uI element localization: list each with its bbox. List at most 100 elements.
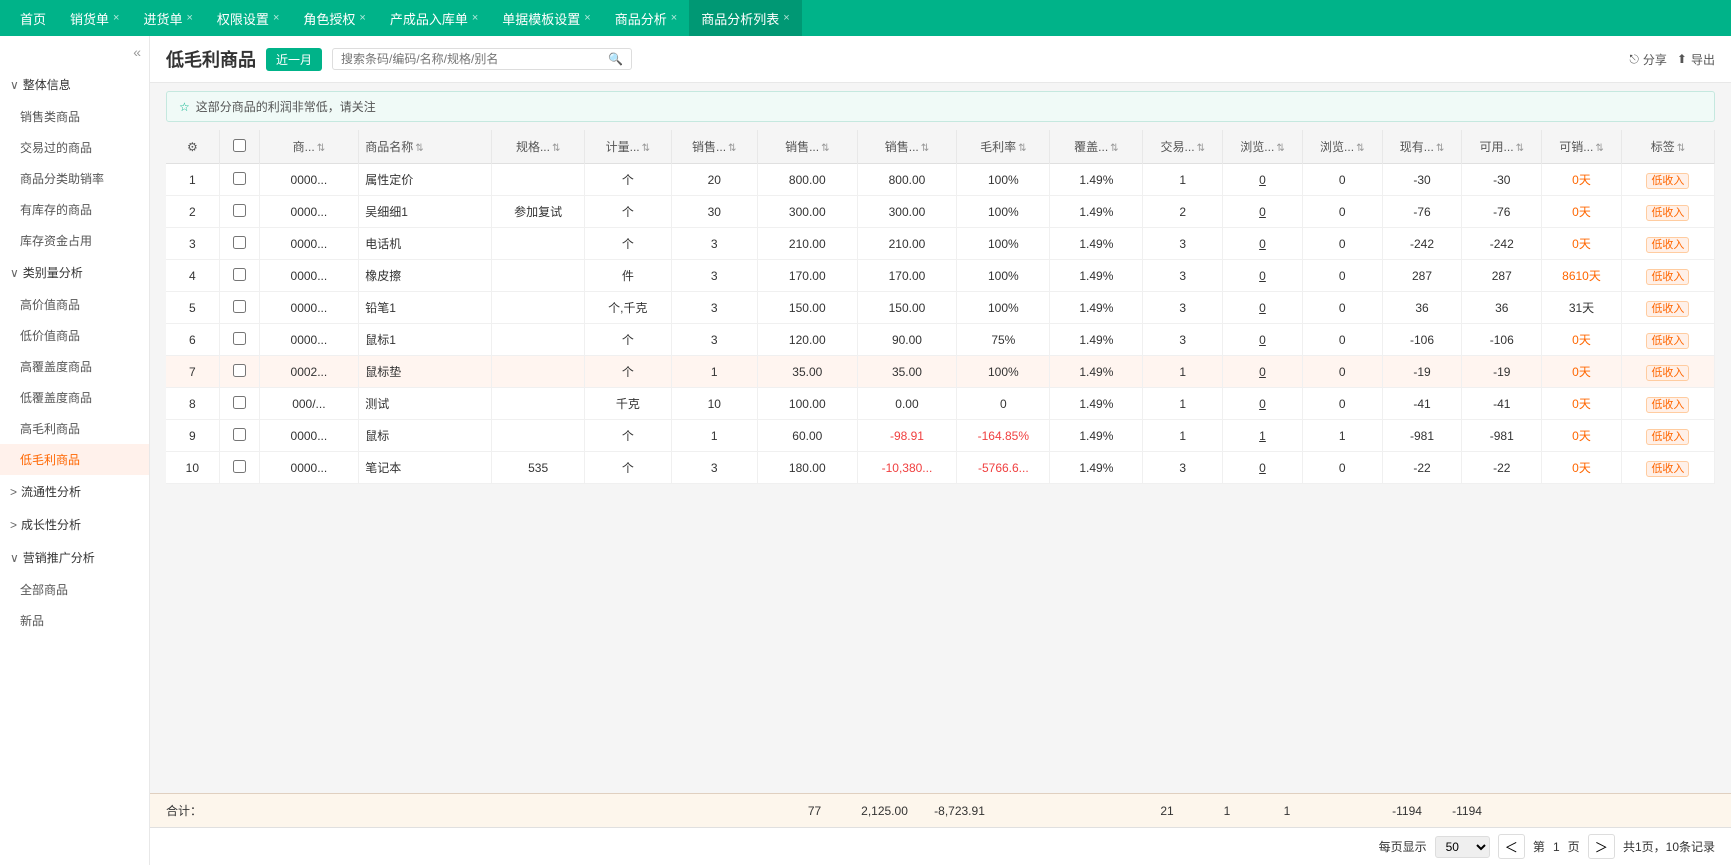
row-checkbox[interactable] [233, 396, 246, 409]
row-name[interactable]: 属性定价 [359, 164, 492, 196]
nav-close-icon[interactable]: × [584, 12, 590, 24]
nav-close-icon[interactable]: × [273, 12, 279, 24]
row-check[interactable] [219, 260, 259, 292]
select-all-checkbox[interactable] [233, 139, 246, 152]
check-col-header[interactable] [219, 130, 259, 164]
row-view1[interactable]: 0 [1223, 324, 1303, 356]
spec-col-header[interactable]: 规格...⇅ [492, 130, 585, 164]
current-stock-col-header[interactable]: 现有...⇅ [1382, 130, 1462, 164]
sidebar-item-高覆盖度商品[interactable]: 高覆盖度商品 [0, 351, 149, 382]
row-name[interactable]: 电话机 [359, 228, 492, 260]
nav-item-首页[interactable]: 首页 [8, 0, 58, 36]
nav-item-角色授权[interactable]: 角色授权× [291, 0, 377, 36]
row-name[interactable]: 鼠标 [359, 420, 492, 452]
view2-col-header[interactable]: 浏览...⇅ [1302, 130, 1382, 164]
row-check[interactable] [219, 388, 259, 420]
row-checkbox[interactable] [233, 236, 246, 249]
nav-item-单据模板设置[interactable]: 单据模板设置× [490, 0, 602, 36]
code-col-header[interactable]: 商...⇅ [259, 130, 359, 164]
row-view1[interactable]: 0 [1223, 196, 1303, 228]
sidebar-item-库存资金占用[interactable]: 库存资金占用 [0, 225, 149, 256]
row-name[interactable]: 测试 [359, 388, 492, 420]
row-view1[interactable]: 0 [1223, 292, 1303, 324]
nav-close-icon[interactable]: × [472, 12, 478, 24]
settings-col-header[interactable]: ⚙ [166, 130, 219, 164]
sidebar-group-营销推广分析[interactable]: ∨营销推广分析 [0, 541, 149, 574]
sidebar-item-高毛利商品[interactable]: 高毛利商品 [0, 413, 149, 444]
row-checkbox[interactable] [233, 268, 246, 281]
sidebar-item-低价值商品[interactable]: 低价值商品 [0, 320, 149, 351]
row-name[interactable]: 铅笔1 [359, 292, 492, 324]
per-page-select[interactable]: 50 20 100 [1435, 836, 1490, 858]
sidebar-item-销售类商品[interactable]: 销售类商品 [0, 101, 149, 132]
sales-qty-col-header[interactable]: 销售...⇅ [671, 130, 757, 164]
row-check[interactable] [219, 452, 259, 484]
row-check[interactable] [219, 292, 259, 324]
sidebar-item-全部商品[interactable]: 全部商品 [0, 574, 149, 605]
nav-close-icon[interactable]: × [359, 12, 365, 24]
nav-item-商品分析列表[interactable]: 商品分析列表× [689, 0, 801, 36]
row-view1[interactable]: 0 [1223, 228, 1303, 260]
sidebar-item-商品分类助销率[interactable]: 商品分类助销率 [0, 163, 149, 194]
sidebar-collapse-button[interactable]: « [0, 36, 149, 68]
nav-item-产成品入库单[interactable]: 产成品入库单× [378, 0, 490, 36]
sidebar-group-成长性分析[interactable]: >成长性分析 [0, 508, 149, 541]
prev-page-button[interactable]: ＜ [1498, 834, 1525, 859]
export-button[interactable]: ⬆ 导出 [1677, 51, 1715, 68]
nav-close-icon[interactable]: × [186, 12, 192, 24]
sidebar-item-交易过的商品[interactable]: 交易过的商品 [0, 132, 149, 163]
sidebar-group-整体信息[interactable]: ∨整体信息 [0, 68, 149, 101]
row-view1[interactable]: 0 [1223, 260, 1303, 292]
row-check[interactable] [219, 228, 259, 260]
sidebar-item-低覆盖度商品[interactable]: 低覆盖度商品 [0, 382, 149, 413]
view1-col-header[interactable]: 浏览...⇅ [1223, 130, 1303, 164]
gross-rate-col-header[interactable]: 毛利率⇅ [957, 130, 1050, 164]
next-page-button[interactable]: ＞ [1588, 834, 1615, 859]
row-view1[interactable]: 0 [1223, 356, 1303, 388]
sidebar-item-高价值商品[interactable]: 高价值商品 [0, 289, 149, 320]
row-checkbox[interactable] [233, 460, 246, 473]
sidebar-item-有库存的商品[interactable]: 有库存的商品 [0, 194, 149, 225]
row-checkbox[interactable] [233, 364, 246, 377]
row-checkbox[interactable] [233, 300, 246, 313]
available-col-header[interactable]: 可用...⇅ [1462, 130, 1542, 164]
row-check[interactable] [219, 324, 259, 356]
nav-close-icon[interactable]: × [671, 12, 677, 24]
share-button[interactable]: ⎋ 分享 [1629, 51, 1667, 68]
nav-item-进货单[interactable]: 进货单× [131, 0, 204, 36]
search-input[interactable] [341, 52, 608, 66]
coverage-col-header[interactable]: 覆盖...⇅ [1050, 130, 1143, 164]
sidebar-group-流通性分析[interactable]: >流通性分析 [0, 475, 149, 508]
unit-col-header[interactable]: 计量...⇅ [585, 130, 671, 164]
row-name[interactable]: 笔记本 [359, 452, 492, 484]
row-check[interactable] [219, 420, 259, 452]
row-checkbox[interactable] [233, 428, 246, 441]
tag-col-header[interactable]: 标签⇅ [1621, 130, 1714, 164]
row-view1[interactable]: 0 [1223, 164, 1303, 196]
search-icon[interactable]: 🔍 [608, 52, 623, 66]
row-view1[interactable]: 0 [1223, 452, 1303, 484]
row-view1[interactable]: 1 [1223, 420, 1303, 452]
nav-item-商品分析[interactable]: 商品分析× [603, 0, 689, 36]
time-filter-button[interactable]: 近一月 [266, 48, 322, 71]
row-checkbox[interactable] [233, 172, 246, 185]
row-name[interactable]: 鼠标垫 [359, 356, 492, 388]
sidebar-item-低毛利商品[interactable]: 低毛利商品 [0, 444, 149, 475]
name-col-header[interactable]: 商品名称⇅ [359, 130, 492, 164]
row-view1[interactable]: 0 [1223, 388, 1303, 420]
nav-close-icon[interactable]: × [113, 12, 119, 24]
row-checkbox[interactable] [233, 204, 246, 217]
nav-item-权限设置[interactable]: 权限设置× [205, 0, 291, 36]
sidebar-group-类别量分析[interactable]: ∨类别量分析 [0, 256, 149, 289]
nav-item-销货单[interactable]: 销货单× [58, 0, 131, 36]
sellable-col-header[interactable]: 可销...⇅ [1542, 130, 1622, 164]
row-check[interactable] [219, 356, 259, 388]
row-checkbox[interactable] [233, 332, 246, 345]
row-name[interactable]: 鼠标1 [359, 324, 492, 356]
nav-close-icon[interactable]: × [783, 12, 789, 24]
row-name[interactable]: 橡皮擦 [359, 260, 492, 292]
sales-price-col-header[interactable]: 销售...⇅ [757, 130, 857, 164]
row-check[interactable] [219, 164, 259, 196]
sales-profit-col-header[interactable]: 销售...⇅ [857, 130, 957, 164]
trade-count-col-header[interactable]: 交易...⇅ [1143, 130, 1223, 164]
